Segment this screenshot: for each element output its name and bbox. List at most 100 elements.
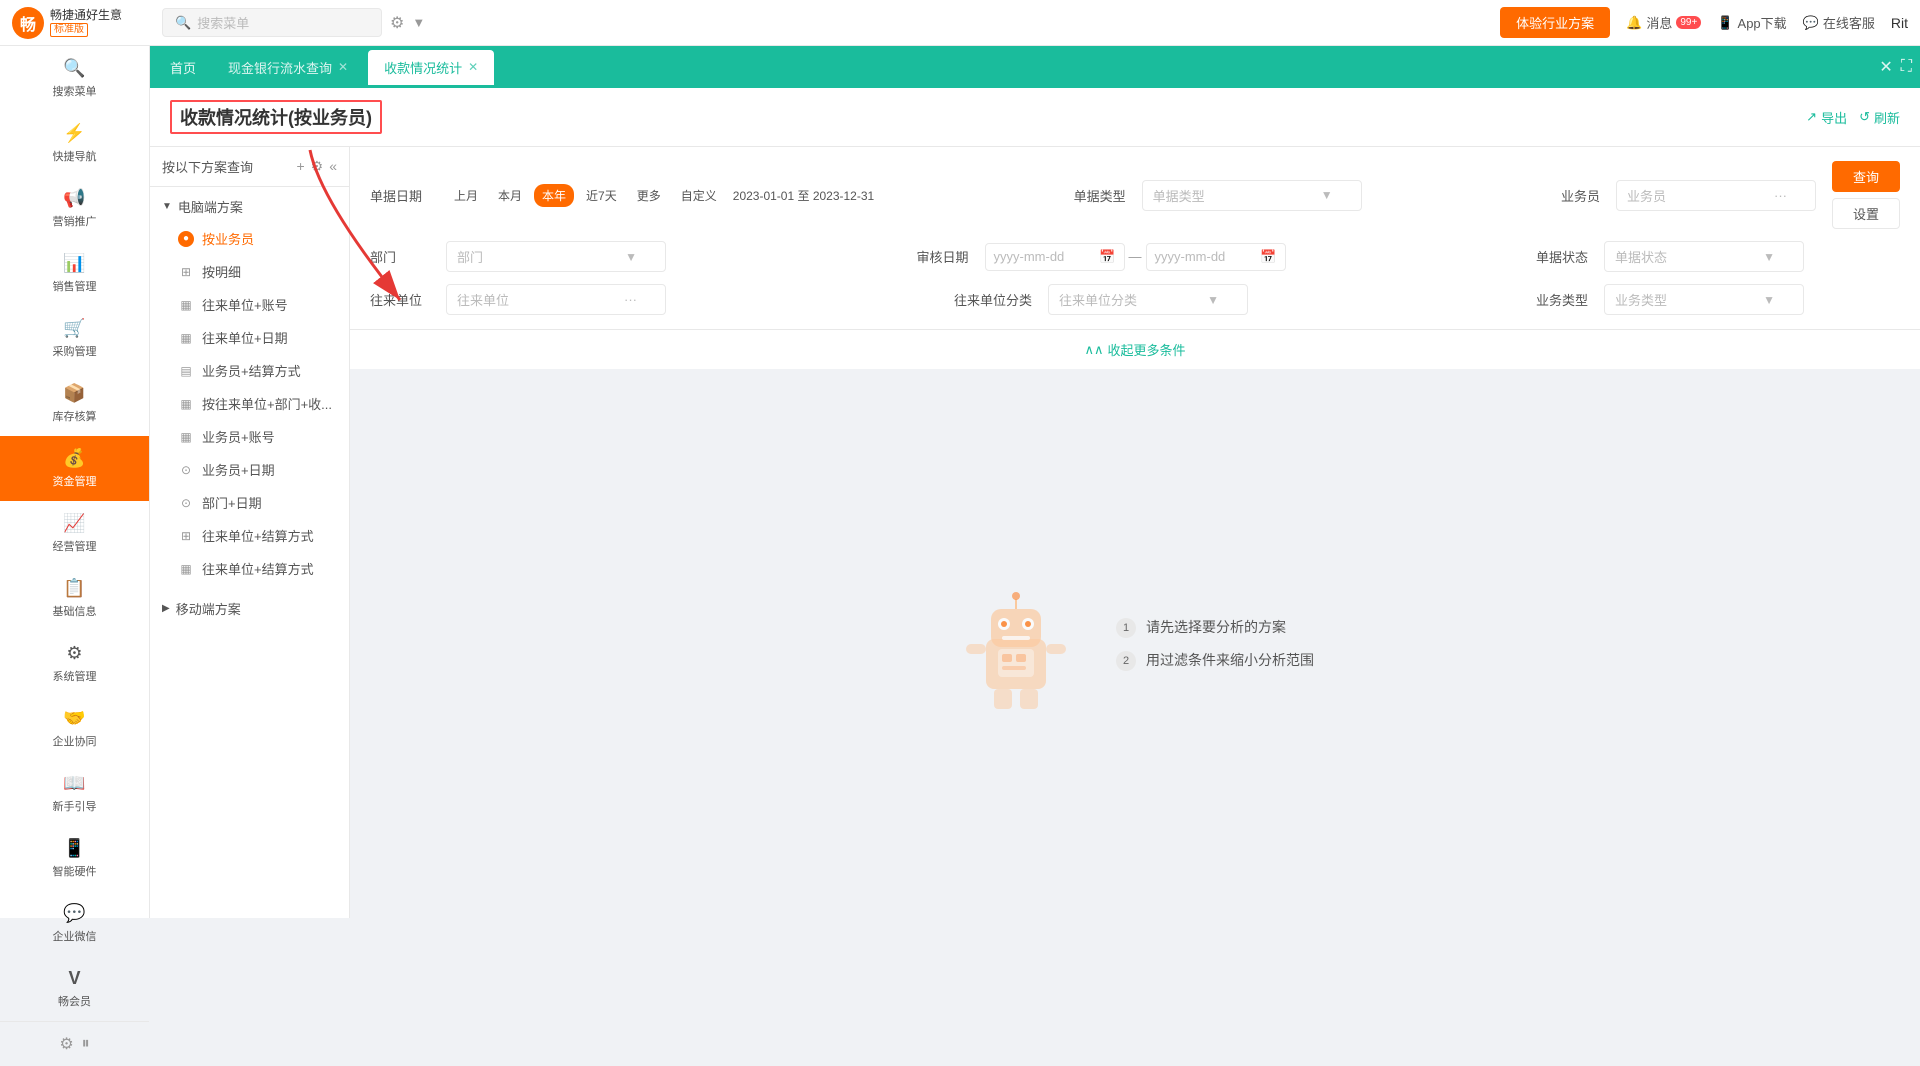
- tab-collection[interactable]: 收款情况统计 ✕: [368, 50, 494, 85]
- docstatus-arrow-icon: ▼: [1763, 250, 1775, 264]
- sidebar-item-sales[interactable]: 📊 销售管理: [0, 241, 149, 306]
- date-tab-7days[interactable]: 近7天: [578, 184, 625, 207]
- chevron-down-icon: ▼: [162, 201, 172, 212]
- sidebar-item-hardware[interactable]: 📱 智能硬件: [0, 826, 149, 891]
- sidebar-item-marketing[interactable]: 📢 营销推广: [0, 176, 149, 241]
- tab-close-all-icon[interactable]: ✕: [1879, 57, 1892, 77]
- counterpart-select[interactable]: 往来单位 ···: [446, 284, 666, 315]
- tab-expand-icon[interactable]: ⛶: [1901, 58, 1912, 76]
- table-icon-3: ▦: [178, 396, 194, 412]
- salesman-select[interactable]: 业务员 ···: [1616, 180, 1816, 211]
- sales-icon: 📊: [63, 253, 85, 274]
- scheme-group-mobile-title[interactable]: ▶ 移动端方案: [150, 593, 349, 624]
- sidebar-item-finance[interactable]: 💰 资金管理: [0, 436, 149, 501]
- doctype-select[interactable]: 单据类型 ▼: [1142, 180, 1362, 211]
- query-button[interactable]: 查询: [1832, 161, 1900, 192]
- dept-arrow-icon: ▼: [625, 250, 637, 264]
- scheme-item-label-dept-date: 部门+日期: [202, 493, 262, 512]
- tab-close-collection[interactable]: ✕: [468, 60, 478, 74]
- settings-bottom-icon[interactable]: ⚙: [59, 1034, 73, 1054]
- salesman-dots[interactable]: ···: [1774, 188, 1787, 203]
- sidebar-item-system[interactable]: ⚙ 系统管理: [0, 631, 149, 696]
- date-label: 单据日期: [370, 186, 430, 205]
- scheme-item-partner-date[interactable]: ▦ 往来单位+日期: [150, 321, 349, 354]
- online-service[interactable]: 💬 在线客服: [1803, 13, 1875, 32]
- sidebar-item-search[interactable]: 🔍 搜索菜单: [0, 46, 149, 111]
- date-tab-thisyear[interactable]: 本年: [534, 184, 574, 207]
- notification-area[interactable]: 🔔 消息 99+: [1626, 13, 1701, 32]
- scheme-item-salesman-settlement[interactable]: ▤ 业务员+结算方式: [150, 354, 349, 387]
- scheme-item-partner-settlement1[interactable]: ⊞ 往来单位+结算方式: [150, 519, 349, 552]
- scheme-group-pc-title[interactable]: ▼ 电脑端方案: [150, 191, 349, 222]
- sidebar-item-cooperation[interactable]: 🤝 企业协同: [0, 696, 149, 761]
- date-tab-lastmonth[interactable]: 上月: [446, 184, 486, 207]
- grid-icon-2: ⊞: [178, 528, 194, 544]
- scheme-item-partner-account[interactable]: ▦ 往来单位+账号: [150, 288, 349, 321]
- scheme-item-label-salesman-date: 业务员+日期: [202, 460, 275, 479]
- empty-step-2: 2 用过滤条件来缩小分析范围: [1116, 650, 1314, 671]
- tab-home[interactable]: 首页: [158, 50, 208, 85]
- search-box[interactable]: 🔍 搜索菜单: [162, 8, 382, 37]
- export-button[interactable]: ↗ 导出: [1806, 108, 1847, 127]
- scheme-item-salesman-date[interactable]: ⊙ 业务员+日期: [150, 453, 349, 486]
- dept-value: 部门: [457, 247, 483, 266]
- counterpart-dots[interactable]: ···: [624, 292, 637, 307]
- date-tab-custom[interactable]: 自定义: [673, 184, 725, 207]
- sidebar-item-basic[interactable]: 📋 基础信息: [0, 566, 149, 631]
- trial-button[interactable]: 体验行业方案: [1500, 7, 1610, 38]
- scheme-item-partner-settlement2[interactable]: ▦ 往来单位+结算方式: [150, 552, 349, 585]
- search-sidebar-icon: 🔍: [63, 58, 85, 79]
- sidebar-item-member[interactable]: V 畅会员: [0, 956, 149, 1021]
- tab-close-cashflow[interactable]: ✕: [338, 60, 348, 74]
- filter-area: 单据日期 上月 本月 本年 近7天 更多 自定义 2023-01-01 至 20…: [350, 147, 1920, 330]
- scheme-settings-btn[interactable]: ⚙: [311, 158, 324, 175]
- table-icon-2: ▦: [178, 330, 194, 346]
- scheme-item-salesman[interactable]: ● 按业务员: [150, 222, 349, 255]
- scheme-header: 按以下方案查询 + ⚙ «: [150, 147, 349, 187]
- review-date-end-input[interactable]: yyyy-mm-dd 📅: [1146, 243, 1286, 271]
- docstatus-select[interactable]: 单据状态 ▼: [1604, 241, 1804, 272]
- sidebar-label-system: 系统管理: [53, 668, 97, 684]
- right-content: 单据日期 上月 本月 本年 近7天 更多 自定义 2023-01-01 至 20…: [350, 147, 1920, 918]
- scheme-item-partner-dept[interactable]: ▦ 按往来单位+部门+收...: [150, 387, 349, 420]
- sidebar-item-wechat[interactable]: 💬 企业微信: [0, 891, 149, 956]
- sidebar-item-inventory[interactable]: 📦 库存核算: [0, 371, 149, 436]
- collapse-bar[interactable]: ∧∧ 收起更多条件: [350, 330, 1920, 369]
- review-date-start-input[interactable]: yyyy-mm-dd 📅: [985, 243, 1125, 271]
- tab-cashflow[interactable]: 现金银行流水查询 ✕: [212, 50, 364, 85]
- user-name[interactable]: Rit: [1891, 15, 1908, 31]
- scheme-item-detail[interactable]: ⊞ 按明细: [150, 255, 349, 288]
- sidebar-item-operation[interactable]: 📈 经营管理: [0, 501, 149, 566]
- app-download[interactable]: 📱 App下载: [1717, 13, 1786, 32]
- date-tab-thismonth[interactable]: 本月: [490, 184, 530, 207]
- scheme-item-salesman-account[interactable]: ▦ 业务员+账号: [150, 420, 349, 453]
- body-container: 按以下方案查询 + ⚙ « ▼ 电脑端方案 ●: [150, 147, 1920, 918]
- date-tab-more[interactable]: 更多: [629, 184, 669, 207]
- settings-button[interactable]: 设置: [1832, 198, 1900, 229]
- sidebar-item-guide[interactable]: 📖 新手引导: [0, 761, 149, 826]
- robot-illustration: [956, 584, 1076, 704]
- step-label-1: 请先选择要分析的方案: [1146, 617, 1286, 637]
- sidebar-item-purchase[interactable]: 🛒 采购管理: [0, 306, 149, 371]
- gear-icon[interactable]: ⚙: [390, 13, 404, 33]
- collapse-sidebar-icon[interactable]: ⏸: [82, 1035, 90, 1053]
- scheme-collapse-btn[interactable]: «: [329, 158, 337, 175]
- member-icon: V: [68, 968, 80, 989]
- scheme-item-dept-date[interactable]: ⊙ 部门+日期: [150, 486, 349, 519]
- chevron-right-icon: ▶: [162, 603, 170, 614]
- counterpart-type-select[interactable]: 往来单位分类 ▼: [1048, 284, 1248, 315]
- calendar-end-icon[interactable]: 📅: [1260, 249, 1276, 265]
- sidebar-item-quicknav[interactable]: ⚡ 快捷导航: [0, 111, 149, 176]
- export-icon: ↗: [1806, 109, 1817, 125]
- scheme-add-btn[interactable]: +: [296, 158, 304, 175]
- system-icon: ⚙: [66, 643, 82, 664]
- dropdown-arrow-icon[interactable]: ▼: [412, 15, 425, 30]
- sidebar-label-guide: 新手引导: [53, 798, 97, 814]
- calendar-start-icon[interactable]: 📅: [1099, 249, 1115, 265]
- biztype-select[interactable]: 业务类型 ▼: [1604, 284, 1804, 315]
- scheme-panel: 按以下方案查询 + ⚙ « ▼ 电脑端方案 ●: [150, 147, 350, 918]
- dept-select[interactable]: 部门 ▼: [446, 241, 666, 272]
- sidebar-label-basic: 基础信息: [53, 603, 97, 619]
- refresh-button[interactable]: ↺ 刷新: [1859, 108, 1900, 127]
- filter-row-1: 单据日期 上月 本月 本年 近7天 更多 自定义 2023-01-01 至 20…: [370, 161, 1900, 229]
